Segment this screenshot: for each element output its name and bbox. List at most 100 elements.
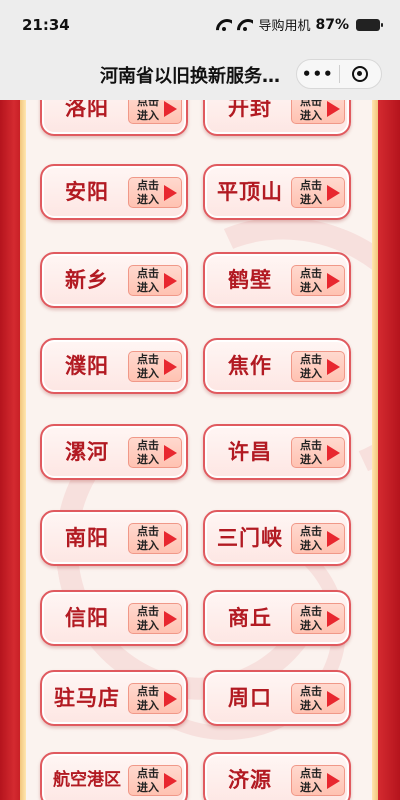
enter-label: 点击进入 xyxy=(300,439,322,466)
city-name: 三门峡 xyxy=(217,526,283,550)
city-button[interactable]: 平顶山 点击进入 xyxy=(203,164,351,220)
enter-tag[interactable]: 点击进入 xyxy=(128,603,182,634)
city-name: 商丘 xyxy=(228,606,272,630)
city-button[interactable]: 周口 点击进入 xyxy=(203,670,351,726)
network-label: 导购用机 xyxy=(258,19,311,34)
city-list-area[interactable]: 洛阳 点击进入 开封 点击进入 安阳 点击进入 平顶山 点击进入 新乡 点击进入 鹤壁 点击进入 濮阳点… xyxy=(0,100,400,800)
enter-tag[interactable]: 点击进入 xyxy=(128,265,182,296)
city-button[interactable]: 漯河 点击进入 xyxy=(40,424,188,480)
enter-label: 点击进入 xyxy=(137,267,159,294)
city-button[interactable]: 鹤壁 点击进入 xyxy=(203,252,351,308)
city-button[interactable]: 洛阳 点击进入 xyxy=(40,100,188,136)
enter-tag[interactable]: 点击进入 xyxy=(291,683,345,714)
city-button[interactable]: 许昌 点击进入 xyxy=(203,424,351,480)
status-indicators: 导购用机 87% xyxy=(216,15,383,34)
city-button[interactable]: 安阳 点击进入 xyxy=(40,164,188,220)
city-name: 南阳 xyxy=(65,526,109,550)
enter-tag[interactable]: 点击进入 xyxy=(128,351,182,382)
play-icon xyxy=(164,531,177,547)
status-bar: 21:34 导购用机 87% xyxy=(0,0,400,48)
city-name: 许昌 xyxy=(228,440,272,464)
city-button[interactable]: 濮阳 点击进入 xyxy=(40,338,188,394)
play-icon xyxy=(164,185,177,201)
enter-label: 点击进入 xyxy=(137,179,159,206)
wifi-icon xyxy=(216,19,232,31)
close-button[interactable] xyxy=(339,66,381,82)
enter-label: 点击进入 xyxy=(137,525,159,552)
wifi-icon-secondary xyxy=(237,19,253,31)
city-button[interactable]: 信阳 点击进入 xyxy=(40,590,188,646)
enter-label: 点击进入 xyxy=(300,685,322,712)
enter-tag[interactable]: 点击进入 xyxy=(291,177,345,208)
enter-tag[interactable]: 点击进入 xyxy=(128,765,182,796)
enter-tag[interactable]: 点击进入 xyxy=(291,437,345,468)
enter-tag[interactable]: 点击进入 xyxy=(128,683,182,714)
enter-label: 点击进入 xyxy=(300,353,322,380)
enter-tag[interactable]: 点击进入 xyxy=(128,177,182,208)
enter-tag[interactable]: 点击进入 xyxy=(291,100,345,124)
city-name: 安阳 xyxy=(65,180,109,204)
play-icon xyxy=(164,273,177,289)
status-time: 21:34 xyxy=(22,16,70,34)
play-icon xyxy=(327,773,340,789)
play-icon xyxy=(164,445,177,461)
enter-label: 点击进入 xyxy=(300,767,322,794)
city-button[interactable]: 商丘 点击进入 xyxy=(203,590,351,646)
city-button[interactable]: 济源 点击进入 xyxy=(203,752,351,800)
city-button[interactable]: 三门峡 点击进入 xyxy=(203,510,351,566)
play-icon xyxy=(327,611,340,627)
page-title: 河南省以旧换新服务… xyxy=(100,66,280,87)
city-button[interactable]: 焦作 点击进入 xyxy=(203,338,351,394)
city-name: 驻马店 xyxy=(54,686,120,710)
city-name: 洛阳 xyxy=(65,100,109,120)
play-icon xyxy=(164,691,177,707)
city-button[interactable]: 航空港区 点击进入 xyxy=(40,752,188,800)
city-button[interactable]: 开封 点击进入 xyxy=(203,100,351,136)
city-button[interactable]: 新乡 点击进入 xyxy=(40,252,188,308)
battery-icon xyxy=(356,18,383,31)
enter-tag[interactable]: 点击进入 xyxy=(291,523,345,554)
city-button[interactable]: 南阳 点击进入 xyxy=(40,510,188,566)
enter-tag[interactable]: 点击进入 xyxy=(291,765,345,796)
city-name: 新乡 xyxy=(65,268,109,292)
play-icon xyxy=(327,359,340,375)
play-icon xyxy=(164,359,177,375)
enter-label: 点击进入 xyxy=(137,767,159,794)
city-name: 平顶山 xyxy=(217,180,283,204)
city-button[interactable]: 驻马店 点击进入 xyxy=(40,670,188,726)
enter-label: 点击进入 xyxy=(300,605,322,632)
enter-tag[interactable]: 点击进入 xyxy=(291,603,345,634)
city-name: 濮阳 xyxy=(65,354,109,378)
play-icon xyxy=(327,273,340,289)
city-name: 开封 xyxy=(228,100,272,120)
enter-label: 点击进入 xyxy=(300,525,322,552)
play-icon xyxy=(164,101,177,117)
city-name: 航空港区 xyxy=(53,770,121,790)
city-name: 济源 xyxy=(228,768,272,792)
nav-bar: 河南省以旧换新服务… ••• xyxy=(0,48,400,100)
enter-tag[interactable]: 点击进入 xyxy=(291,265,345,296)
enter-label: 点击进入 xyxy=(137,439,159,466)
city-name: 信阳 xyxy=(65,606,109,630)
city-name: 焦作 xyxy=(228,354,272,378)
more-button[interactable]: ••• xyxy=(297,60,339,88)
enter-tag[interactable]: 点击进入 xyxy=(128,437,182,468)
play-icon xyxy=(327,691,340,707)
city-name: 漯河 xyxy=(65,440,109,464)
city-name: 周口 xyxy=(228,686,272,710)
enter-label: 点击进入 xyxy=(137,605,159,632)
play-icon xyxy=(327,185,340,201)
play-icon xyxy=(164,773,177,789)
play-icon xyxy=(327,445,340,461)
enter-tag[interactable]: 点击进入 xyxy=(291,351,345,382)
play-icon xyxy=(164,611,177,627)
enter-label: 点击进入 xyxy=(137,353,159,380)
enter-label: 点击进入 xyxy=(300,100,322,122)
gold-border-right xyxy=(372,100,378,800)
city-name: 鹤壁 xyxy=(228,268,272,292)
play-icon xyxy=(327,531,340,547)
enter-tag[interactable]: 点击进入 xyxy=(128,523,182,554)
play-icon xyxy=(327,101,340,117)
close-icon xyxy=(352,66,369,82)
enter-tag[interactable]: 点击进入 xyxy=(128,100,182,124)
